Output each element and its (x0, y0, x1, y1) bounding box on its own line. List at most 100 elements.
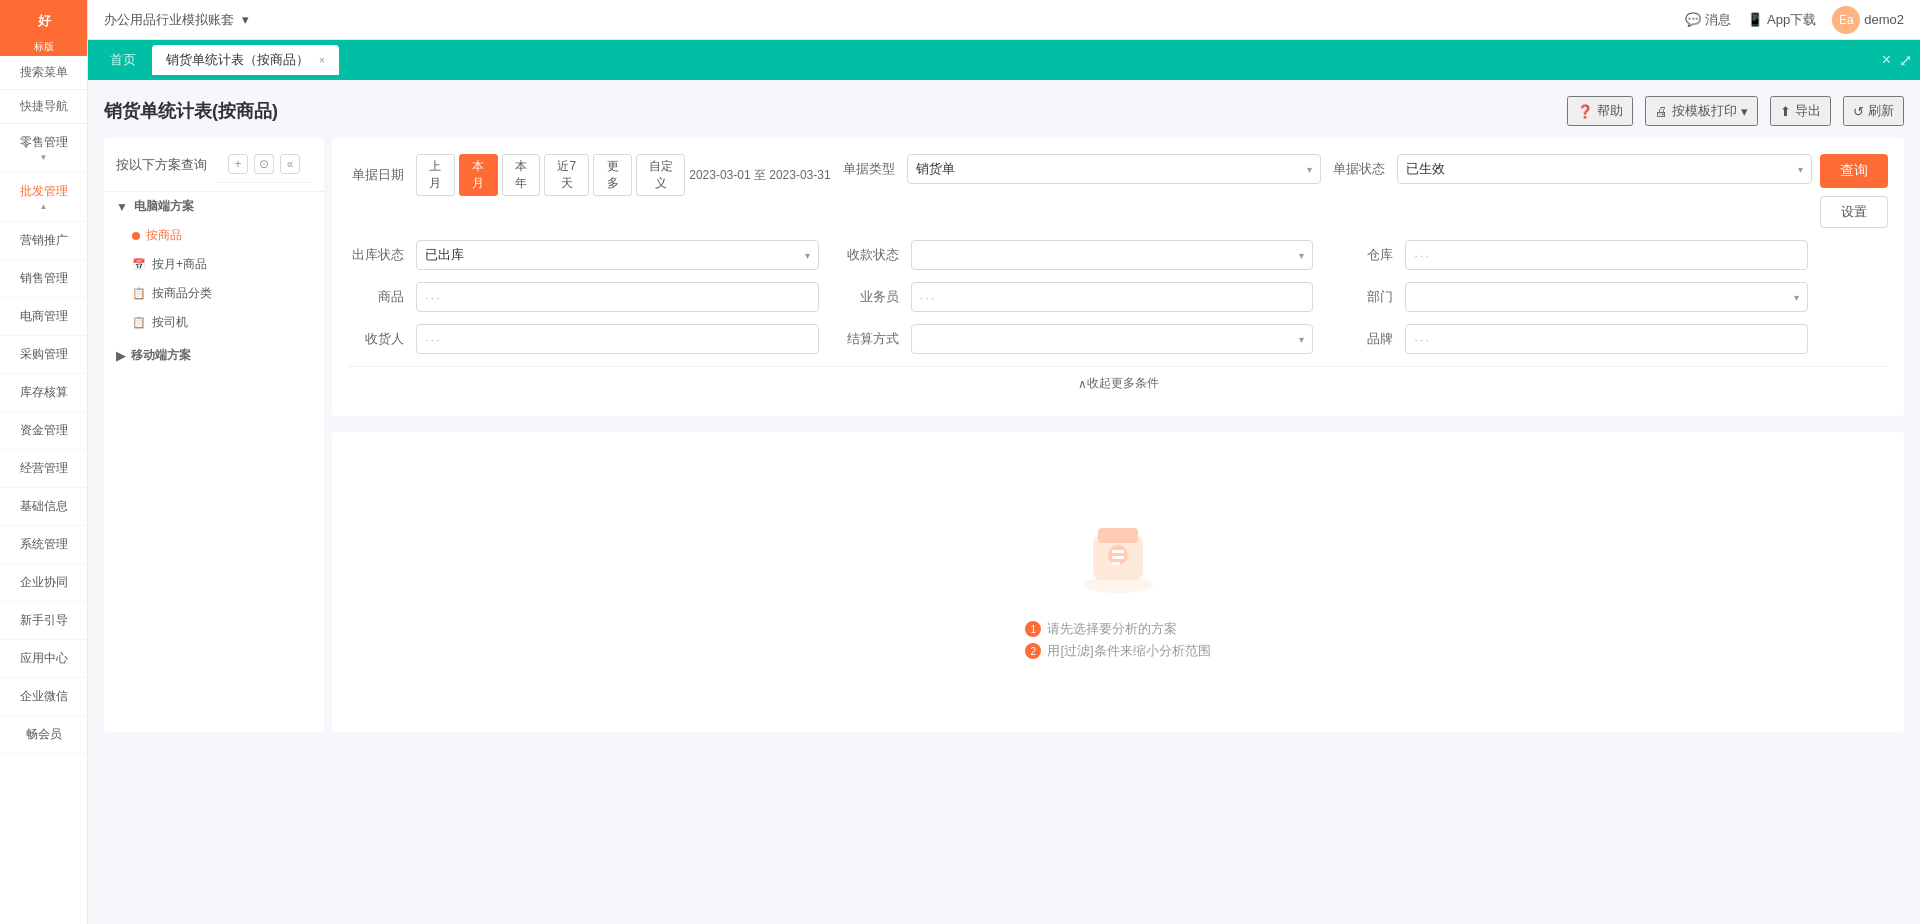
staff-input[interactable]: ··· (911, 282, 1314, 312)
doc-type-select[interactable]: 销货单 ▾ (907, 154, 1322, 184)
collapse-panel-btn[interactable]: « (280, 154, 300, 174)
sidebar-item-retail[interactable]: 零售管理 ▼ (0, 124, 87, 173)
sidebar-item-newbie[interactable]: 新手引导 (0, 602, 87, 640)
sidebar-item-inventory[interactable]: 库存核算 (0, 374, 87, 412)
page-actions: ❓ 帮助 🖨 按模板打印 ▾ ⬆ 导出 ↺ 刷新 (1567, 96, 1904, 126)
staff-label: 业务员 (843, 288, 899, 306)
app-download-btn[interactable]: 📱 App下载 (1747, 11, 1816, 29)
template-print-btn[interactable]: 🖨 按模板打印 ▾ (1645, 96, 1758, 126)
sidebar-item-appcenter[interactable]: 应用中心 (0, 640, 87, 678)
sidebar-quicknav-item[interactable]: 快捷导航 (0, 90, 87, 124)
tab-home[interactable]: 首页 (96, 45, 150, 75)
empty-illustration (1068, 500, 1168, 600)
active-dot (132, 232, 140, 240)
dept-select[interactable]: ▾ (1405, 282, 1808, 312)
mobile-scheme-arrow[interactable]: ▶ (116, 349, 125, 363)
user-name: demo2 (1864, 12, 1904, 27)
sidebar-item-newbie-label: 新手引导 (20, 612, 68, 629)
filter-row-2: 出库状态 已出库 ▾ 收款状态 ▾ (348, 240, 1888, 270)
scheme-by-product-category-label: 按商品分类 (152, 285, 212, 302)
sidebar-item-marketing[interactable]: 营销推广 (0, 222, 87, 260)
doc-type-arrow-icon: ▾ (1307, 164, 1312, 175)
sidebar-item-corpwechat[interactable]: 企业微信 (0, 678, 87, 716)
tab-close-all-icon[interactable]: × (1882, 51, 1891, 69)
sidebar-item-basic-label: 基础信息 (20, 498, 68, 515)
sidebar-item-basic[interactable]: 基础信息 (0, 488, 87, 526)
custom-btn[interactable]: 自定义 (636, 154, 685, 196)
app-download-label: App下载 (1767, 11, 1816, 29)
message-btn[interactable]: 💬 消息 (1685, 11, 1731, 29)
sidebar-item-sales[interactable]: 销售管理 (0, 260, 87, 298)
collapse-row[interactable]: ∧ 收起更多条件 (348, 366, 1888, 400)
out-status-select[interactable]: 已出库 ▾ (416, 240, 819, 270)
settle-select[interactable]: ▾ (911, 324, 1314, 354)
sidebar-item-purchase[interactable]: 采购管理 (0, 336, 87, 374)
scheme-by-month-product[interactable]: 📅 按月+商品 (120, 250, 324, 279)
help-btn[interactable]: ❓ 帮助 (1567, 96, 1633, 126)
edit-scheme-btn[interactable]: ⊙ (254, 154, 274, 174)
out-status-value: 已出库 (425, 246, 464, 264)
header-actions: 💬 消息 📱 App下载 Ea demo2 (1685, 6, 1904, 34)
tab-sales-stats[interactable]: 销货单统计表（按商品） × (152, 45, 339, 75)
filter-row-3: 商品 ··· 业务员 ··· (348, 282, 1888, 312)
template-print-label: 按模板打印 (1672, 102, 1737, 120)
desktop-scheme-label: 电脑端方案 (134, 198, 194, 215)
app-logo[interactable]: 好 标版 (0, 0, 87, 56)
message-icon: 💬 (1685, 12, 1701, 27)
refresh-btn[interactable]: ↺ 刷新 (1843, 96, 1904, 126)
collect-status-select[interactable]: ▾ (911, 240, 1314, 270)
export-btn[interactable]: ⬆ 导出 (1770, 96, 1831, 126)
sidebar-item-system[interactable]: 系统管理 (0, 526, 87, 564)
scheme-by-supplier-label: 按司机 (152, 314, 188, 331)
collapse-icon: ∧ (1078, 377, 1087, 391)
content-area: 销货单统计表(按商品) ❓ 帮助 🖨 按模板打印 ▾ ⬆ 导出 ↺ 刷新 (88, 80, 1920, 924)
curr-year-btn[interactable]: 本年 (502, 154, 541, 196)
refresh-icon: ↺ (1853, 104, 1864, 119)
brand-input[interactable]: ··· (1405, 324, 1808, 354)
out-status-arrow-icon: ▾ (805, 250, 810, 261)
svg-rect-8 (1112, 562, 1120, 565)
sidebar-item-corp[interactable]: 企业协同 (0, 564, 87, 602)
settings-btn[interactable]: 设置 (1820, 196, 1888, 228)
collect-status-label: 收款状态 (843, 246, 899, 264)
scheme-by-supplier[interactable]: 📋 按司机 (120, 308, 324, 337)
scheme-by-product-label: 按商品 (146, 227, 182, 244)
scheme-by-product[interactable]: 按商品 (120, 221, 324, 250)
panel-title: 按以下方案查询 (116, 156, 216, 174)
sidebar-item-finance[interactable]: 资金管理 (0, 412, 87, 450)
sidebar-item-member[interactable]: 畅会员 (0, 716, 87, 754)
prev-month-btn[interactable]: 上月 (416, 154, 455, 196)
tab-home-label: 首页 (110, 51, 136, 69)
user-menu[interactable]: Ea demo2 (1832, 6, 1904, 34)
add-scheme-btn[interactable]: + (228, 154, 248, 174)
more-btn[interactable]: 更多 (593, 154, 632, 196)
tab-expand-icon[interactable]: ⤢ (1899, 51, 1912, 70)
scheme-by-product-category[interactable]: 📋 按商品分类 (120, 279, 324, 308)
panel-icons: + ⊙ « (216, 146, 312, 183)
sidebar-item-corpwechat-label: 企业微信 (20, 688, 68, 705)
sidebar-item-ops[interactable]: 经营管理 (0, 450, 87, 488)
sidebar-item-purchase-label: 采购管理 (20, 346, 68, 363)
query-btn[interactable]: 查询 (1820, 154, 1888, 188)
doc-status-select[interactable]: 已生效 ▾ (1397, 154, 1812, 184)
date-range-display: 2023-03-01 至 2023-03-31 (689, 167, 830, 184)
sidebar-item-retail-label: 零售管理 (20, 134, 68, 151)
dept-arrow-icon: ▾ (1794, 292, 1799, 303)
tab-close-icon[interactable]: × (319, 55, 325, 66)
svg-rect-4 (1098, 528, 1138, 543)
scheme-icon-1: 📅 (132, 258, 146, 271)
breadcrumb-text: 办公用品行业模拟账套 (104, 11, 234, 29)
desktop-scheme-arrow[interactable]: ▼ (116, 200, 128, 214)
last7-btn[interactable]: 近7天 (544, 154, 589, 196)
sidebar-item-ecommerce[interactable]: 电商管理 (0, 298, 87, 336)
sidebar-item-wholesale[interactable]: 批发管理 ▲ (0, 173, 87, 222)
curr-month-btn[interactable]: 本月 (459, 154, 498, 196)
product-input[interactable]: ··· (416, 282, 819, 312)
empty-hints: 1 请先选择要分析的方案 2 用[过滤]条件来缩小分析范围 (1025, 616, 1210, 664)
page-title: 销货单统计表(按商品) (104, 99, 278, 123)
message-label: 消息 (1705, 11, 1731, 29)
sidebar-search-item[interactable]: 搜索菜单 (0, 56, 87, 90)
sidebar-item-marketing-label: 营销推广 (20, 232, 68, 249)
warehouse-input[interactable]: ··· (1405, 240, 1808, 270)
receiver-input[interactable]: ··· (416, 324, 819, 354)
